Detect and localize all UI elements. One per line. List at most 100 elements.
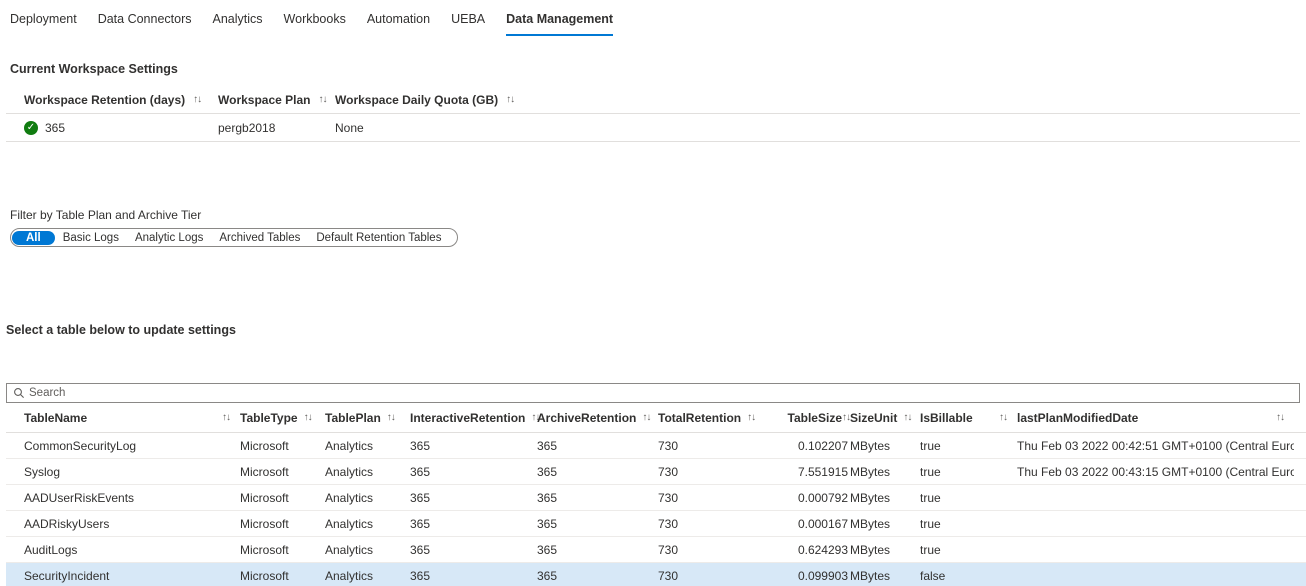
tab-ueba[interactable]: UEBA xyxy=(451,12,485,34)
table-cell: 730 xyxy=(658,490,679,505)
tab-deployment[interactable]: Deployment xyxy=(10,12,77,34)
column-workspace-retention: Workspace Retention (days) xyxy=(24,92,186,107)
column-tablesize: TableSize xyxy=(787,410,842,425)
sort-icon[interactable]: ↑↓ xyxy=(193,94,202,105)
table-row-aaduserriskevents[interactable]: AADUserRiskEvents Microsoft Analytics 36… xyxy=(6,485,1306,511)
search-input[interactable] xyxy=(29,384,1299,402)
sort-icon[interactable]: ↑↓ xyxy=(842,412,851,423)
tab-data-connectors[interactable]: Data Connectors xyxy=(98,12,192,34)
table-row-commonsecuritylog[interactable]: CommonSecurityLog Microsoft Analytics 36… xyxy=(6,433,1306,459)
table-plan-filter-group: All Basic Logs Analytic Logs Archived Ta… xyxy=(10,228,459,247)
table-cell: 365 xyxy=(537,542,558,557)
filter-pill-all[interactable]: All xyxy=(12,230,55,245)
table-cell: true xyxy=(920,542,941,557)
sort-icon[interactable]: ↑↓ xyxy=(318,94,327,105)
filter-pill-archived-tables[interactable]: Archived Tables xyxy=(211,231,308,245)
table-cell: 0.000792 xyxy=(797,490,848,505)
table-cell: MBytes xyxy=(850,542,891,557)
workspace-daily-quota-value: None xyxy=(335,120,364,135)
workspace-table-header: Workspace Retention (days) ↑↓ Workspace … xyxy=(6,86,1300,114)
table-cell: Analytics xyxy=(325,542,374,557)
table-cell: AuditLogs xyxy=(24,542,78,557)
table-row-syslog[interactable]: Syslog Microsoft Analytics 365 365 730 7… xyxy=(6,459,1306,485)
table-cell: 365 xyxy=(410,464,431,479)
table-cell: 365 xyxy=(537,568,558,583)
table-cell: Analytics xyxy=(325,516,374,531)
column-workspace-plan: Workspace Plan xyxy=(218,92,311,107)
table-cell: true xyxy=(920,516,941,531)
table-cell: 365 xyxy=(410,438,431,453)
select-table-instruction: Select a table below to update settings xyxy=(6,323,236,337)
table-cell: 0.000167 xyxy=(797,516,848,531)
table-cell: AADRiskyUsers xyxy=(24,516,110,531)
tab-automation[interactable]: Automation xyxy=(367,12,430,34)
table-cell: MBytes xyxy=(850,438,891,453)
table-cell: Microsoft xyxy=(240,568,289,583)
table-cell: true xyxy=(920,438,941,453)
table-cell: Thu Feb 03 2022 00:43:15 GMT+0100 (Centr… xyxy=(1017,464,1294,479)
table-cell: MBytes xyxy=(850,568,891,583)
table-cell: Microsoft xyxy=(240,464,289,479)
tables-list-header: TableName ↑↓ TableType ↑↓ TablePlan ↑↓ I… xyxy=(6,403,1306,433)
table-cell: Syslog xyxy=(24,464,61,479)
table-cell: 0.624293 xyxy=(797,542,848,557)
filter-pill-analytic-logs[interactable]: Analytic Logs xyxy=(127,231,211,245)
table-cell: 365 xyxy=(537,438,558,453)
top-tab-bar: Deployment Data Connectors Analytics Wor… xyxy=(0,0,1306,36)
workspace-retention-value: 365 xyxy=(45,120,66,135)
column-sizeunit: SizeUnit xyxy=(850,410,898,425)
filter-pill-default-retention-tables[interactable]: Default Retention Tables xyxy=(308,231,449,245)
table-row-aadriskyusers[interactable]: AADRiskyUsers Microsoft Analytics 365 36… xyxy=(6,511,1306,537)
tab-data-management[interactable]: Data Management xyxy=(506,12,614,36)
table-cell: 730 xyxy=(658,542,679,557)
sort-icon[interactable]: ↑↓ xyxy=(999,412,1008,423)
sort-icon[interactable]: ↑↓ xyxy=(903,412,912,423)
filter-pill-basic-logs[interactable]: Basic Logs xyxy=(55,231,127,245)
tab-analytics[interactable]: Analytics xyxy=(213,12,263,34)
table-cell: Analytics xyxy=(325,490,374,505)
table-cell: 730 xyxy=(658,568,679,583)
table-cell: Microsoft xyxy=(240,542,289,557)
sort-icon[interactable]: ↑↓ xyxy=(222,412,231,423)
table-cell: Analytics xyxy=(325,464,374,479)
column-tablename: TableName xyxy=(24,410,88,425)
table-cell: 365 xyxy=(410,490,431,505)
table-cell: 365 xyxy=(537,464,558,479)
tab-workbooks[interactable]: Workbooks xyxy=(284,12,346,34)
sort-icon[interactable]: ↑↓ xyxy=(1276,412,1285,423)
success-check-icon: ✓ xyxy=(24,120,38,135)
sort-icon[interactable]: ↑↓ xyxy=(747,412,756,423)
table-cell: 0.099903 xyxy=(797,568,848,583)
column-lastplanmodifieddate: lastPlanModifiedDate xyxy=(1017,410,1139,425)
table-cell: Microsoft xyxy=(240,490,289,505)
table-cell: Thu Feb 03 2022 00:42:51 GMT+0100 (Centr… xyxy=(1017,438,1294,453)
table-cell: 7.551915 xyxy=(797,464,848,479)
table-cell: Analytics xyxy=(325,568,374,583)
sort-icon[interactable]: ↑↓ xyxy=(506,94,515,105)
table-cell: MBytes xyxy=(850,464,891,479)
table-row-auditlogs[interactable]: AuditLogs Microsoft Analytics 365 365 73… xyxy=(6,537,1306,563)
sort-icon[interactable]: ↑↓ xyxy=(642,412,651,423)
column-workspace-daily-quota: Workspace Daily Quota (GB) xyxy=(335,92,499,107)
table-cell: 365 xyxy=(410,568,431,583)
column-interactiveretention: InteractiveRetention xyxy=(410,410,526,425)
workspace-settings-row[interactable]: ✓ 365 pergb2018 None xyxy=(6,114,1300,142)
filter-label: Filter by Table Plan and Archive Tier xyxy=(10,208,202,222)
sort-icon[interactable]: ↑↓ xyxy=(304,412,313,423)
search-icon xyxy=(14,388,24,398)
column-archiveretention: ArchiveRetention xyxy=(537,410,637,425)
table-cell: 365 xyxy=(537,516,558,531)
table-cell: SecurityIncident xyxy=(24,568,110,583)
column-tableplan: TablePlan xyxy=(325,410,381,425)
table-cell: Microsoft xyxy=(240,516,289,531)
sort-icon[interactable]: ↑↓ xyxy=(387,412,396,423)
workspace-plan-value: pergb2018 xyxy=(218,120,276,135)
table-cell: 365 xyxy=(537,490,558,505)
table-cell: MBytes xyxy=(850,516,891,531)
table-row-securityincident[interactable]: SecurityIncident Microsoft Analytics 365… xyxy=(6,563,1306,586)
tables-list: TableName ↑↓ TableType ↑↓ TablePlan ↑↓ I… xyxy=(6,403,1306,586)
table-cell: 730 xyxy=(658,516,679,531)
table-cell: true xyxy=(920,464,941,479)
column-tabletype: TableType xyxy=(240,410,298,425)
workspace-settings-title: Current Workspace Settings xyxy=(10,62,178,76)
